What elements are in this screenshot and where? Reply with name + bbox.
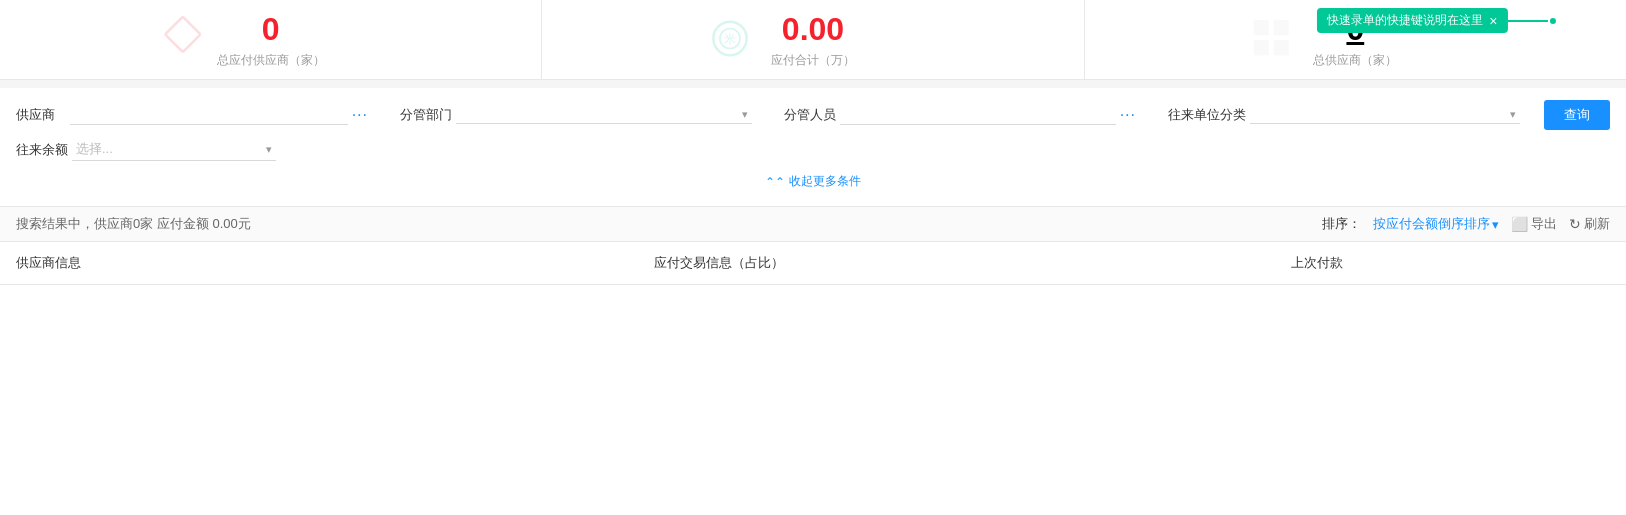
stat-number-payable-suppliers: 0 (262, 10, 280, 48)
grid-icon (1247, 13, 1297, 66)
balance-select-placeholder: 选择... (76, 140, 113, 158)
query-button[interactable]: 查询 (1544, 100, 1610, 130)
filter-supplier: 供应商 ··· (16, 105, 368, 125)
unit-dropdown-icon: ▾ (1510, 108, 1516, 121)
dept-label: 分管部门 (400, 106, 452, 124)
dept-dropdown-icon: ▾ (742, 108, 748, 121)
collapse-up-icon: ⌃⌃ (765, 175, 785, 189)
collapse-row: ⌃⌃ 收起更多条件 (16, 169, 1610, 198)
unit-label: 往来单位分类 (1168, 106, 1246, 124)
refresh-icon: ↻ (1569, 216, 1581, 232)
supplier-input[interactable] (70, 105, 348, 125)
stat-total-suppliers: 快速录单的快捷键说明在这里 × 0 总供应商（家） (1085, 0, 1626, 79)
tooltip-close-button[interactable]: × (1489, 14, 1497, 28)
stat-payable-total: 米 0.00 应付合计（万） (542, 0, 1084, 79)
table-container: 供应商信息 应付交易信息（占比） 上次付款 (0, 242, 1626, 515)
svg-text:米: 米 (724, 31, 736, 44)
export-button[interactable]: ⬜ 导出 (1511, 215, 1557, 233)
filter-row-1: 供应商 ··· 分管部门 ▾ 分管人员 ··· 往来单位分类 ▾ (16, 100, 1610, 130)
result-info-text: 搜索结果中，供应商0家 应付金额 0.00元 (16, 215, 251, 233)
collapse-button[interactable]: ⌃⌃ 收起更多条件 (765, 173, 861, 190)
tooltip-text: 快速录单的快捷键说明在这里 (1327, 12, 1483, 29)
filter-row-2: 往来余额 选择... ▾ (16, 138, 1610, 161)
sort-dropdown-icon: ▾ (1492, 217, 1499, 232)
balance-label: 往来余额 (16, 141, 68, 159)
filter-bar: 供应商 ··· 分管部门 ▾ 分管人员 ··· 往来单位分类 ▾ (0, 88, 1626, 207)
table-col-supplier-info: 供应商信息 (16, 254, 654, 272)
balance-dropdown-icon: ▾ (266, 143, 272, 156)
person-label: 分管人员 (784, 106, 836, 124)
table-col-payable-trade: 应付交易信息（占比） (654, 254, 1292, 272)
supplier-dots-button[interactable]: ··· (352, 106, 368, 124)
stats-bar: 0 总应付供应商（家） 米 0.00 应付合计（万） 快速录单的快捷键说明在这里… (0, 0, 1626, 80)
sort-value: 按应付会额倒序排序 (1373, 215, 1490, 233)
table-body (0, 285, 1626, 515)
result-bar: 搜索结果中，供应商0家 应付金额 0.00元 排序： 按应付会额倒序排序 ▾ ⬜… (0, 207, 1626, 242)
stat-number-payable-total: 0.00 (782, 10, 844, 48)
stat-label-payable-total: 应付合计（万） (771, 52, 855, 69)
filter-unit: 往来单位分类 ▾ (1168, 106, 1520, 124)
tooltip-dot (1547, 16, 1557, 26)
table-col-last-payment: 上次付款 (1291, 254, 1610, 272)
collapse-label: 收起更多条件 (789, 173, 861, 190)
stat-label-total-suppliers: 总供应商（家） (1313, 52, 1397, 69)
svg-rect-5 (1274, 20, 1289, 35)
refresh-button[interactable]: ↻ 刷新 (1569, 215, 1610, 233)
balance-select[interactable]: 选择... ▾ (72, 138, 276, 161)
stat-label-payable-suppliers: 总应付供应商（家） (217, 52, 325, 69)
supplier-label: 供应商 (16, 106, 66, 124)
unit-select[interactable]: ▾ (1250, 106, 1520, 124)
svg-rect-0 (166, 16, 201, 51)
tooltip-bubble: 快速录单的快捷键说明在这里 × (1317, 8, 1507, 33)
stat-total-payable-suppliers: 0 总应付供应商（家） (0, 0, 542, 79)
dept-select[interactable]: ▾ (456, 106, 752, 124)
export-icon: ⬜ (1511, 216, 1528, 232)
diamond-icon (162, 13, 212, 66)
sort-label: 排序： (1322, 215, 1361, 233)
refresh-label: 刷新 (1584, 215, 1610, 233)
filter-person: 分管人员 ··· (784, 105, 1136, 125)
svg-rect-6 (1254, 40, 1269, 55)
person-dots-button[interactable]: ··· (1120, 106, 1136, 124)
filter-dept: 分管部门 ▾ (400, 106, 752, 124)
table-header: 供应商信息 应付交易信息（占比） 上次付款 (0, 242, 1626, 285)
result-actions: 排序： 按应付会额倒序排序 ▾ ⬜ 导出 ↻ 刷新 (1322, 215, 1610, 233)
svg-rect-4 (1254, 20, 1269, 35)
person-input[interactable] (840, 105, 1116, 125)
export-label: 导出 (1531, 215, 1557, 233)
rice-icon: 米 (705, 13, 755, 66)
sort-select[interactable]: 按应付会额倒序排序 ▾ (1373, 215, 1499, 233)
filter-balance: 往来余额 选择... ▾ (16, 138, 276, 161)
svg-rect-7 (1274, 40, 1289, 55)
